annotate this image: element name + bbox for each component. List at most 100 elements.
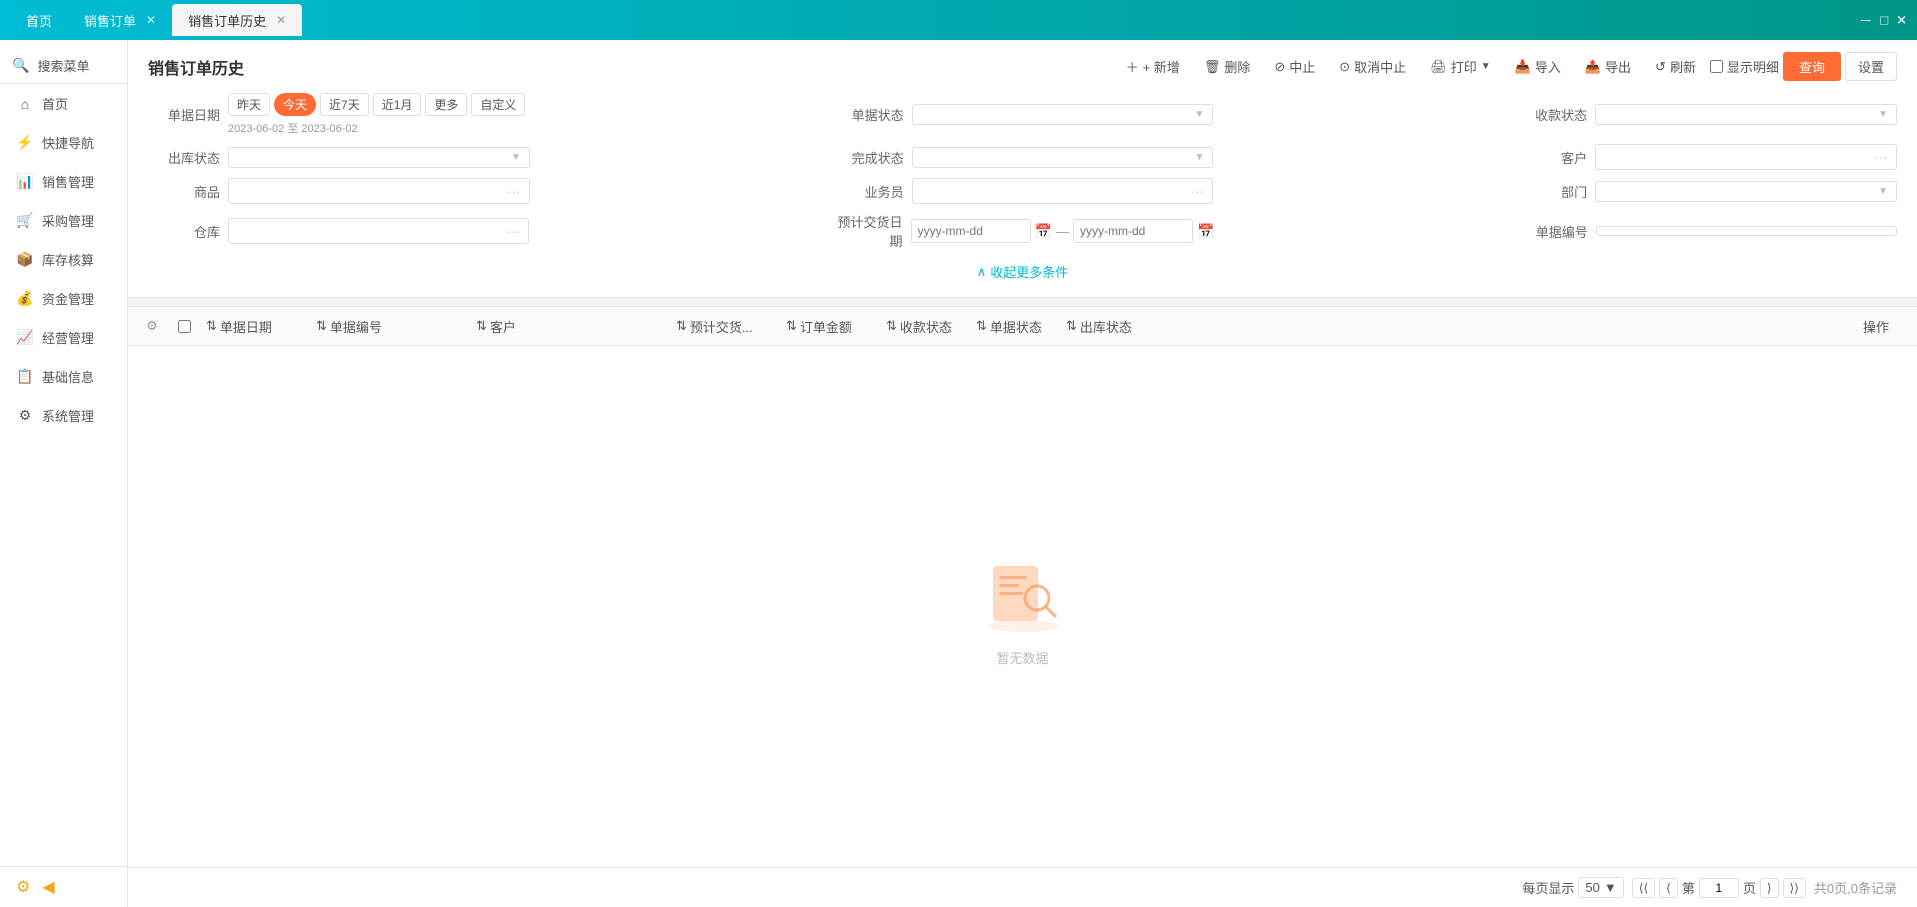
- date-filter-control: 昨天 今天 近7天 近1月 更多 自定义 2023-06-02 至 2023-0…: [228, 93, 530, 136]
- tab-sales-order-history[interactable]: 销售订单历史 ✕: [172, 4, 302, 36]
- refresh-button[interactable]: ↺ 刷新: [1645, 52, 1706, 81]
- doc-status-arrow: ▼: [1194, 109, 1204, 120]
- next-page-button[interactable]: ⟩: [1760, 878, 1779, 898]
- tab-home-label: 首页: [26, 11, 52, 30]
- delivery-date-from-group: 📅 — 📅: [911, 219, 1215, 243]
- cancel-stop-button[interactable]: ⊙ 取消中止: [1329, 52, 1416, 81]
- maximize-icon[interactable]: □: [1880, 13, 1888, 28]
- empty-text: 暂无数据: [996, 648, 1048, 667]
- date-btn-custom[interactable]: 自定义: [471, 93, 525, 116]
- doc-status-select[interactable]: ▼: [912, 104, 1214, 125]
- date-btn-more[interactable]: 更多: [425, 93, 467, 116]
- delivery-date-to[interactable]: [1073, 219, 1193, 243]
- first-page-button[interactable]: ⟨⟨: [1632, 878, 1655, 898]
- sidebar-item-home[interactable]: ⌂ 首页: [0, 84, 127, 123]
- salesperson-picker-icon[interactable]: ···: [1190, 183, 1204, 199]
- th-ship-icon: ⇅: [1066, 318, 1077, 334]
- ship-status-select[interactable]: ▼: [228, 147, 530, 168]
- export-button[interactable]: 📤 导出: [1575, 52, 1641, 81]
- calendar-from-icon[interactable]: 📅: [1035, 223, 1052, 240]
- new-label: + 新增: [1143, 57, 1180, 76]
- th-ship-label: 出库状态: [1080, 317, 1132, 336]
- date-btn-7days[interactable]: 近7天: [320, 93, 369, 116]
- print-button[interactable]: 🖨 打印 ▼: [1420, 52, 1500, 81]
- date-btn-1month[interactable]: 近1月: [373, 93, 422, 116]
- inventory-icon: 📦: [16, 251, 34, 268]
- th-doc-status[interactable]: ⇅ 单据状态: [970, 317, 1060, 336]
- page-label: 第: [1682, 878, 1695, 897]
- warehouse-picker-icon[interactable]: ···: [506, 223, 520, 239]
- delete-icon: 🗑: [1204, 59, 1221, 75]
- th-amount-label: 订单金额: [800, 317, 852, 336]
- settings-bottom-icon[interactable]: ⚙: [16, 877, 30, 897]
- select-all-checkbox[interactable]: [178, 320, 191, 333]
- page-title-row: 销售订单历史 ＋ + 新增 🗑 删除 ⊘ 中止 ⊙: [148, 52, 1897, 81]
- salesperson-input[interactable]: ···: [912, 178, 1214, 204]
- th-amount[interactable]: ⇅ 订单金额: [780, 317, 880, 336]
- table-select-all[interactable]: [168, 320, 200, 333]
- th-number[interactable]: ⇅ 单据编号: [310, 317, 470, 336]
- date-btn-today[interactable]: 今天: [274, 93, 316, 116]
- tab-sales-order-close[interactable]: ✕: [146, 13, 156, 27]
- dept-select[interactable]: ▼: [1595, 181, 1897, 202]
- sidebar-item-sales[interactable]: 📊 销售管理: [0, 162, 127, 201]
- minimize-icon[interactable]: －: [1859, 11, 1872, 30]
- sidebar-item-inventory[interactable]: 📦 库存核算: [0, 240, 127, 279]
- doc-number-label: 单据编号: [1516, 222, 1596, 241]
- page-input[interactable]: [1699, 878, 1739, 898]
- delivery-date-label: 预计交货日期: [831, 212, 911, 250]
- sidebar-item-system[interactable]: ⚙ 系统管理: [0, 396, 127, 435]
- import-button[interactable]: 📥 导入: [1505, 52, 1571, 81]
- prev-page-button[interactable]: ⟨: [1659, 878, 1678, 898]
- doc-number-control: [1596, 226, 1897, 236]
- doc-number-input[interactable]: [1596, 226, 1897, 236]
- customer-picker-icon[interactable]: ···: [1874, 149, 1888, 165]
- th-ship-status[interactable]: ⇅ 出库状态: [1060, 317, 1150, 336]
- th-date[interactable]: ⇅ 单据日期: [200, 317, 310, 336]
- complete-status-select[interactable]: ▼: [912, 147, 1214, 168]
- new-button[interactable]: ＋ + 新增: [1116, 52, 1190, 81]
- collapse-filters-button[interactable]: ∧ 收起更多条件: [148, 258, 1897, 289]
- close-icon[interactable]: ✕: [1896, 12, 1907, 28]
- sidebar-item-purchase-label: 采购管理: [42, 211, 94, 230]
- settings-button[interactable]: 设置: [1845, 52, 1897, 81]
- sidebar-item-base-info[interactable]: 📋 基础信息: [0, 357, 127, 396]
- stop-button[interactable]: ⊘ 中止: [1264, 52, 1325, 81]
- new-icon: ＋: [1126, 57, 1139, 76]
- tab-sales-order-history-close[interactable]: ✕: [276, 13, 286, 27]
- display-detail-control[interactable]: 显示明细: [1710, 57, 1779, 76]
- doc-status-label: 单据状态: [832, 105, 912, 124]
- tab-sales-order-history-label: 销售订单历史: [188, 11, 266, 30]
- customer-input[interactable]: ···: [1595, 144, 1897, 170]
- receipt-status-control: ▼: [1595, 104, 1897, 125]
- tab-home[interactable]: 首页: [10, 4, 68, 36]
- sidebar-item-operations[interactable]: 📈 经营管理: [0, 318, 127, 357]
- date-btn-yesterday[interactable]: 昨天: [228, 93, 270, 116]
- delete-button[interactable]: 🗑 删除: [1194, 52, 1261, 81]
- sidebar-item-finance[interactable]: 💰 资金管理: [0, 279, 127, 318]
- sidebar-item-purchase[interactable]: 🛒 采购管理: [0, 201, 127, 240]
- th-delivery[interactable]: ⇅ 预计交货...: [670, 317, 780, 336]
- last-page-button[interactable]: ⟩⟩: [1783, 878, 1806, 898]
- product-picker-icon[interactable]: ···: [507, 183, 521, 199]
- refresh-label: 刷新: [1670, 57, 1696, 76]
- collapse-sidebar-icon[interactable]: ◀: [42, 877, 54, 897]
- sidebar-search[interactable]: 🔍 搜索菜单: [0, 48, 127, 84]
- query-button[interactable]: 查询: [1783, 52, 1841, 81]
- sidebar-item-quick-nav[interactable]: ⚡ 快捷导航: [0, 123, 127, 162]
- th-receipt-status[interactable]: ⇅ 收款状态: [880, 317, 970, 336]
- tab-sales-order[interactable]: 销售订单 ✕: [68, 4, 172, 36]
- th-number-icon: ⇅: [316, 318, 327, 334]
- display-detail-checkbox[interactable]: [1710, 60, 1723, 73]
- per-page-dropdown[interactable]: 50 ▼: [1578, 877, 1623, 898]
- calendar-to-icon[interactable]: 📅: [1197, 223, 1214, 240]
- receipt-status-select[interactable]: ▼: [1595, 104, 1897, 125]
- product-input[interactable]: ···: [228, 178, 530, 204]
- table-settings-icon[interactable]: ⚙: [136, 318, 168, 334]
- th-customer[interactable]: ⇅ 客户: [470, 317, 670, 336]
- date-buttons-group: 昨天 今天 近7天 近1月 更多 自定义 2023-06-02 至 2023-0…: [228, 93, 530, 136]
- sidebar-item-finance-label: 资金管理: [42, 289, 94, 308]
- delivery-date-from[interactable]: [911, 219, 1031, 243]
- per-page-value: 50: [1585, 880, 1599, 895]
- warehouse-input[interactable]: ···: [228, 218, 529, 244]
